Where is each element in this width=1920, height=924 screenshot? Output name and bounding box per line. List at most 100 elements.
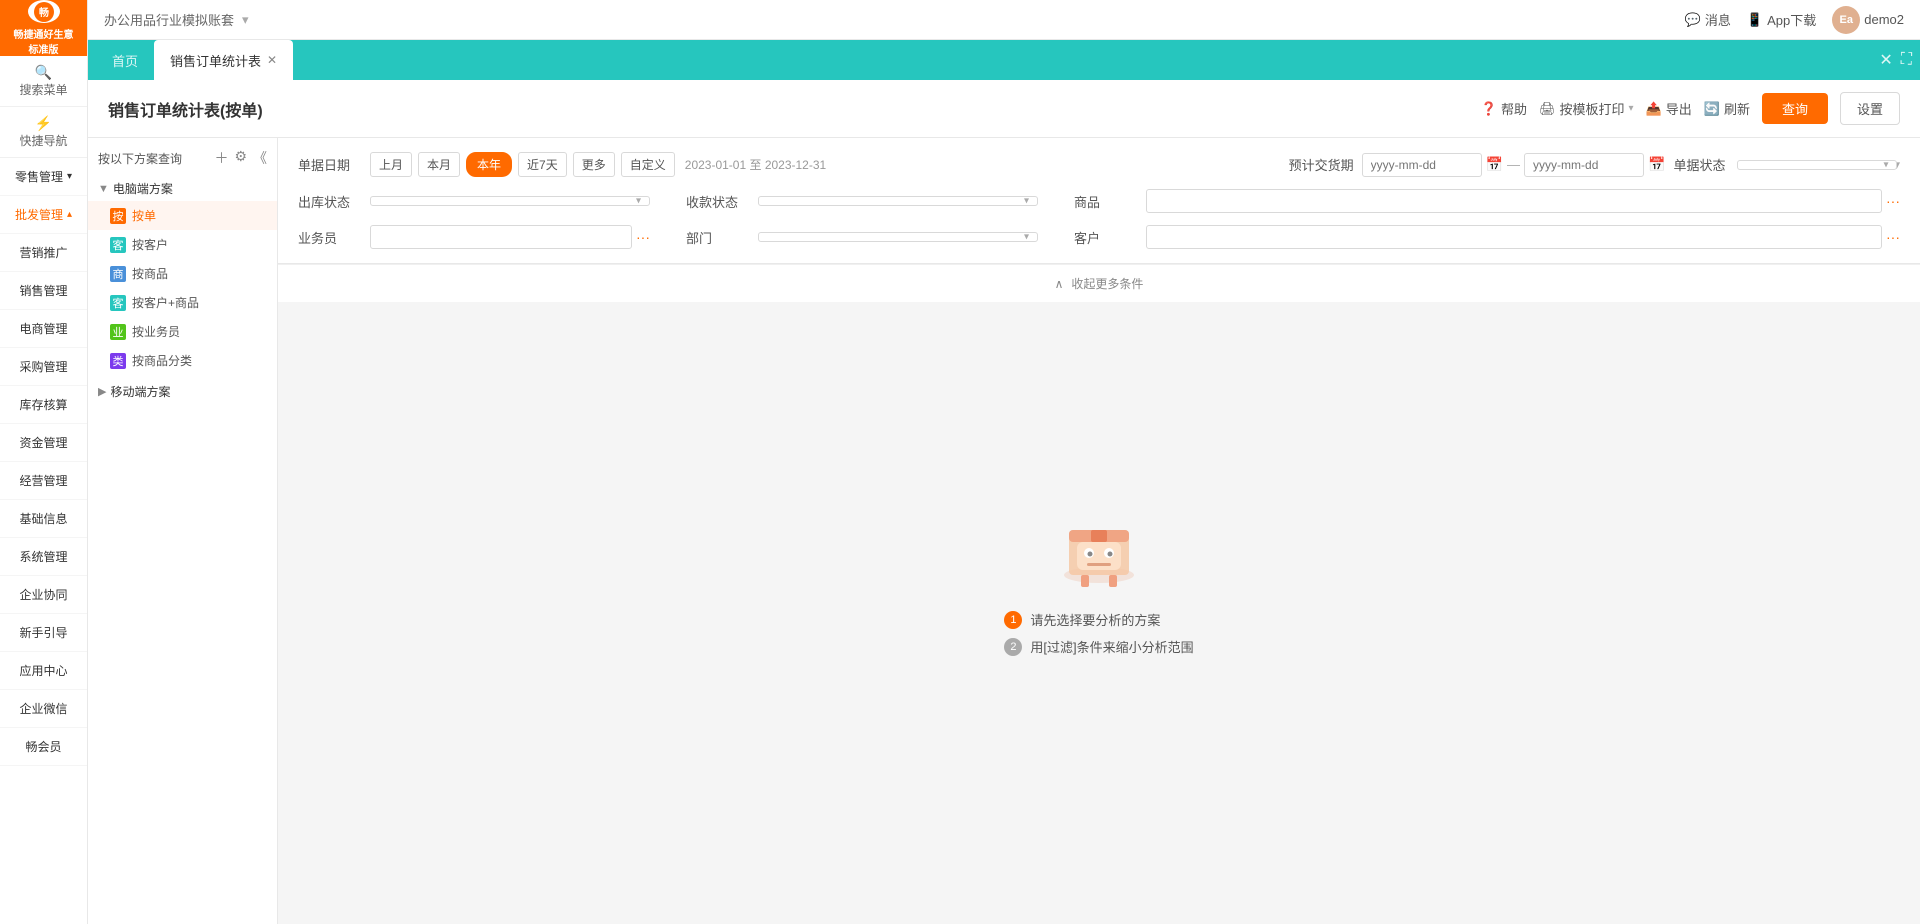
plan-item-by-category[interactable]: 类 按商品分类 [88,346,277,375]
sidebar-item-appstore[interactable]: 应用中心 [0,652,87,690]
tab-close-icon[interactable]: ✕ [267,53,277,67]
mobile-group-label: 移动端方案 [110,383,170,400]
message-btn[interactable]: 💬 消息 [1685,10,1731,29]
tab-order-stats[interactable]: 销售订单统计表 ✕ [154,40,293,80]
collapse-arrow-icon: ∧ [1055,277,1064,291]
goods-label: 商品 [1074,192,1130,211]
sidebar-item-purchase[interactable]: 采购管理 [0,348,87,386]
sidebar-item-operations-label: 经营管理 [19,472,67,489]
payment-status-dropdown[interactable] [758,196,1038,206]
sidebar-item-member[interactable]: 畅会员 [0,728,87,766]
app-download-btn[interactable]: 📱 App下载 [1747,10,1816,29]
chevron-down-icon: ▾ [67,171,72,182]
add-plan-icon[interactable]: ＋ [214,148,228,168]
query-button[interactable]: 查询 [1762,93,1828,124]
date-btn-this-year[interactable]: 本年 [466,152,512,177]
chevron-down-icon: ▾ [242,12,249,28]
avatar: Ea [1832,6,1860,34]
goods-input[interactable] [1146,189,1882,213]
date-options-group: 上月 本月 本年 近7天 更多 自定义 2023-01-01 至 2023-12… [370,152,826,177]
message-label: 消息 [1705,10,1731,29]
sidebar-item-wholesale[interactable]: 批发管理 ▴ [0,196,87,234]
customer-input[interactable] [1146,225,1882,249]
goods-more-icon[interactable]: ··· [1886,193,1900,209]
customer-more-icon[interactable]: ··· [1886,229,1900,245]
delivery-date-end-input[interactable] [1524,153,1644,177]
left-panel-title: 按以下方案查询 [98,150,182,167]
sidebar-search[interactable]: 🔍 搜索菜单 [0,56,87,107]
delivery-date-group: 📅 — 📅 [1362,153,1666,177]
refresh-btn[interactable]: 🔄 刷新 [1704,99,1750,118]
right-panel: 单据日期 上月 本月 本年 近7天 更多 自定义 2023-01-01 至 20… [278,138,1920,924]
hint-text-1: 请先选择要分析的方案 [1030,610,1160,629]
date-btn-more[interactable]: 更多 [573,152,615,177]
date-btn-last7days[interactable]: 近7天 [518,152,567,177]
sidebar-item-basic[interactable]: 基础信息 [0,500,87,538]
date-btn-custom[interactable]: 自定义 [621,152,675,177]
plan-item-by-order[interactable]: 按 按单 [88,201,277,230]
mobile-group-title[interactable]: ▶ 移动端方案 [88,379,277,404]
sidebar-item-newbie[interactable]: 新手引导 [0,614,87,652]
salesperson-input[interactable] [370,225,632,249]
content: 销售订单统计表(按单) ❓ 帮助 🖨 按模板打印 ▾ 📤 导出 🔄 刷新 [88,80,1920,924]
plan-item-by-customer[interactable]: 客 按客户 [88,230,277,259]
plan-item-by-customer-goods[interactable]: 客 按客户+商品 [88,288,277,317]
plan-icon-by-customer-goods: 客 [110,295,126,311]
sidebar-item-finance[interactable]: 资金管理 [0,424,87,462]
tab-home[interactable]: 首页 [96,40,154,80]
sidebar-item-system[interactable]: 系统管理 [0,538,87,576]
sidebar-item-wechat[interactable]: 企业微信 [0,690,87,728]
chevron-down-icon: ▼ [98,183,109,195]
sidebar-item-enterprise[interactable]: 企业协同 [0,576,87,614]
collapse-more-btn[interactable]: ∧ 收起更多条件 [278,264,1920,302]
export-btn[interactable]: 📤 导出 [1646,99,1692,118]
calendar-icon[interactable]: 📅 [1486,156,1503,173]
help-btn[interactable]: ❓ 帮助 [1481,99,1527,118]
phone-icon: 📱 [1747,12,1763,28]
settings-plan-icon[interactable]: ⚙ [234,148,247,168]
sidebar-item-marketing[interactable]: 营销推广 [0,234,87,272]
help-label: 帮助 [1501,99,1527,118]
window-maximize-icon[interactable]: ⛶ [1901,51,1912,69]
app-name: 畅捷通好生意 [14,26,74,41]
sidebar-item-operations[interactable]: 经营管理 [0,462,87,500]
sidebar-item-purchase-label: 采购管理 [19,358,67,375]
order-status-dropdown[interactable] [1737,160,1897,170]
sidebar-item-inventory[interactable]: 库存核算 [0,386,87,424]
page-header: 销售订单统计表(按单) ❓ 帮助 🖨 按模板打印 ▾ 📤 导出 🔄 刷新 [88,80,1920,138]
settings-button[interactable]: 设置 [1840,92,1900,125]
salesperson-more-icon[interactable]: ··· [636,229,650,245]
topbar-right: 💬 消息 📱 App下载 Ea demo2 [1685,6,1904,34]
plan-item-by-salesperson[interactable]: 业 按业务员 [88,317,277,346]
tabs-bar: 首页 销售订单统计表 ✕ ✕ ⛶ [88,40,1920,80]
left-panel-header: 按以下方案查询 ＋ ⚙ 《 [88,148,277,176]
calendar-icon-2[interactable]: 📅 [1648,156,1665,173]
pc-plan-group: ▼ 电脑端方案 按 按单 客 按客户 商 按商品 [88,176,277,379]
sidebar-search-label: 搜索菜单 [6,81,81,98]
date-range-text: 2023-01-01 至 2023-12-31 [685,156,826,173]
sidebar-item-ecommerce[interactable]: 电商管理 [0,310,87,348]
message-icon: 💬 [1685,12,1701,28]
filter-row-1: 单据日期 上月 本月 本年 近7天 更多 自定义 2023-01-01 至 20… [298,152,1900,177]
department-dropdown[interactable] [758,232,1038,242]
date-dash: — [1507,157,1520,172]
window-close-icon[interactable]: ✕ [1879,50,1892,70]
print-btn[interactable]: 🖨 按模板打印 ▾ [1539,99,1634,118]
refresh-icon: 🔄 [1704,101,1720,117]
delivery-date-start-input[interactable] [1362,153,1482,177]
sidebar-quicknav[interactable]: ⚡ 快捷导航 [0,107,87,158]
plan-item-by-goods[interactable]: 商 按商品 [88,259,277,288]
user-profile-btn[interactable]: Ea demo2 [1832,6,1904,34]
ship-status-label: 出库状态 [298,192,354,211]
plan-label-by-customer-goods: 按客户+商品 [132,294,199,311]
collapse-panel-icon[interactable]: 《 [253,148,267,168]
sidebar-item-retail[interactable]: 零售管理 ▾ [0,158,87,196]
ship-status-dropdown[interactable] [370,196,650,206]
sidebar-item-sales[interactable]: 销售管理 [0,272,87,310]
sidebar-item-system-label: 系统管理 [19,548,67,565]
date-btn-last-month[interactable]: 上月 [370,152,412,177]
date-btn-this-month[interactable]: 本月 [418,152,460,177]
chevron-right-icon: ▶ [98,385,106,398]
pc-group-title[interactable]: ▼ 电脑端方案 [88,176,277,201]
filter-row-2: 出库状态 收款状态 商品 ··· [298,189,1900,213]
